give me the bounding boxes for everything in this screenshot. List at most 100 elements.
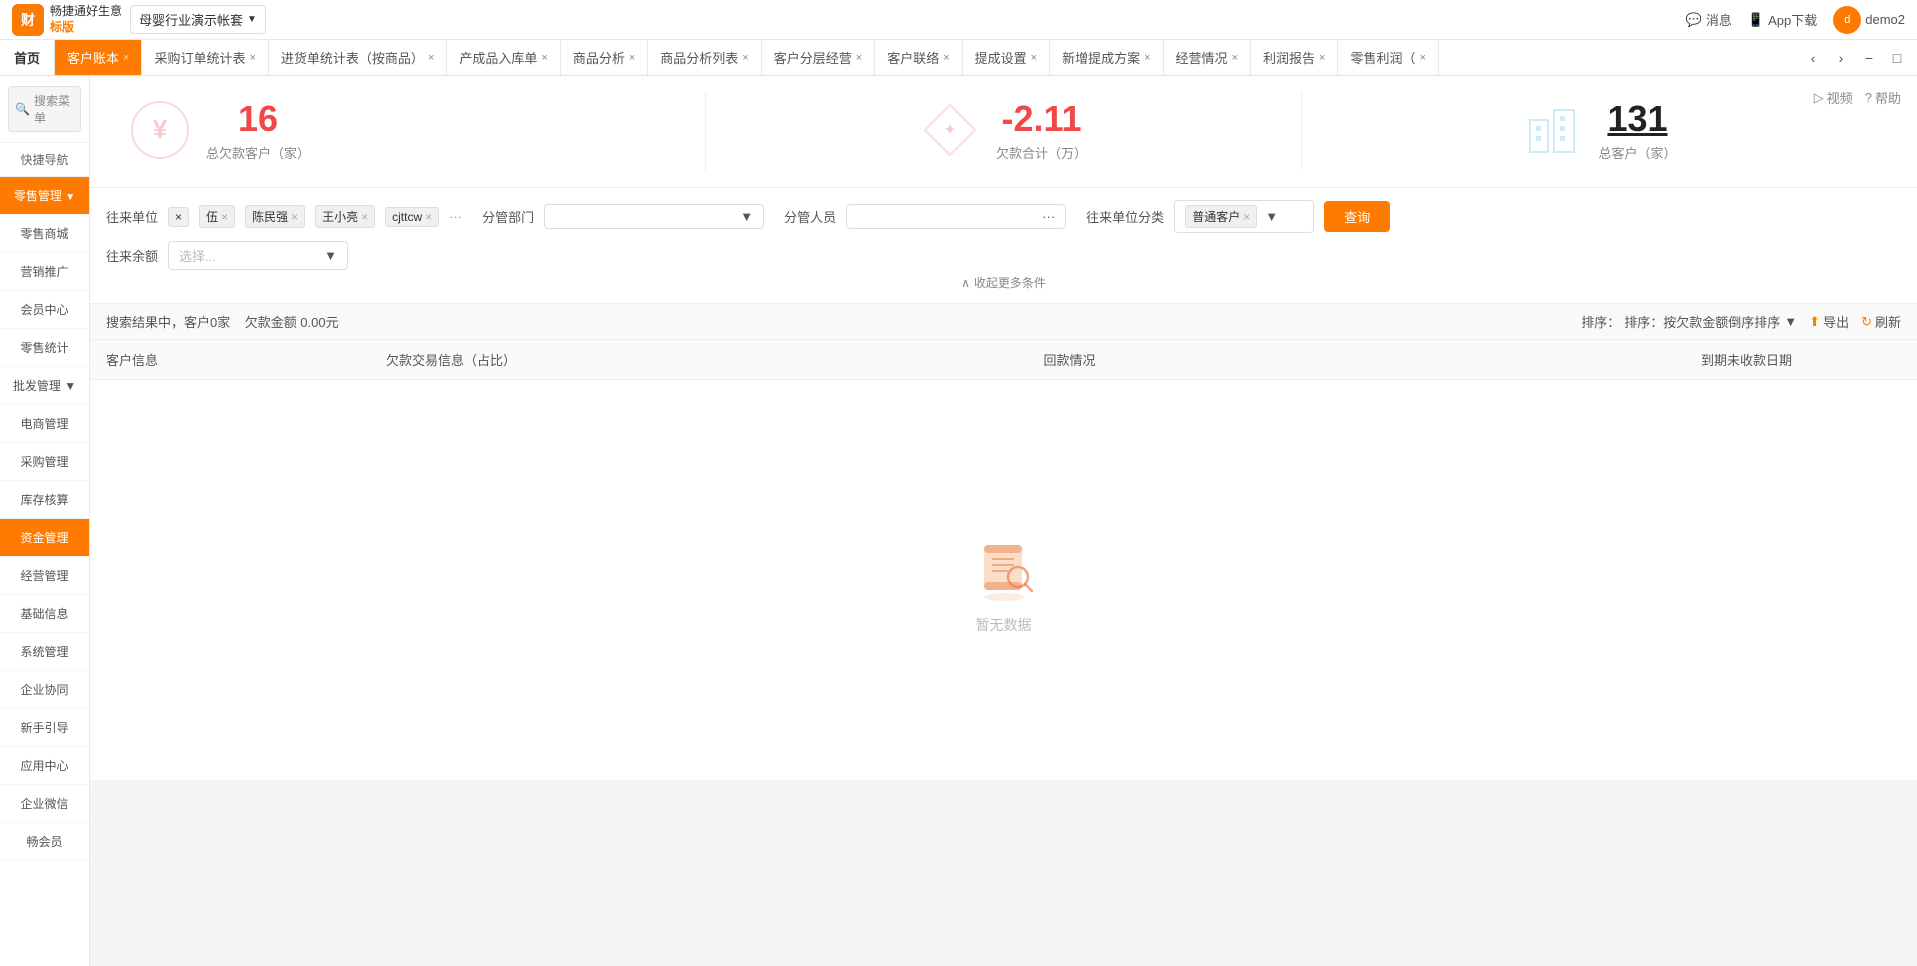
sidebar-item-inventory[interactable]: 库存核算 [0,481,89,519]
sidebar-item-marketing[interactable]: 营销推广 [0,253,89,291]
filter-row-2: 往来余额 选择... ▼ [106,241,1901,270]
sidebar-item-new-guide[interactable]: 新手引导 [0,709,89,747]
sidebar-item-ecommerce[interactable]: 电商管理 [0,405,89,443]
unit-filter-wang-tag[interactable]: 王小亮 × [315,205,375,228]
close-icon[interactable]: × [943,52,949,64]
close-icon[interactable]: × [742,52,748,64]
data-table: 客户信息 欠款交易信息（占比） 回款情况 到期未收款日期 [90,340,1917,780]
building-icon [1522,100,1582,160]
filter-row-1: 往来单位 × 伍 × 陈民强 × 王小亮 × cjttcw [106,200,1901,233]
sidebar-item-vip-member[interactable]: 畅会员 [0,823,89,861]
tab-product-analysis[interactable]: 商品分析 × [561,40,648,76]
tab-new-promotion[interactable]: 新增提成方案 × [1050,40,1163,76]
refresh-btn[interactable]: ↻ 刷新 [1861,312,1901,331]
close-icon[interactable]: × [541,52,547,64]
remove-icon[interactable]: × [425,210,432,224]
sidebar-item-enterprise-collab[interactable]: 企业协同 [0,671,89,709]
filter-area: 往来单位 × 伍 × 陈民强 × 王小亮 × cjttcw [90,188,1917,304]
results-summary: 搜索结果中，客户0家 欠款金额 0.00元 [106,312,339,331]
topbar: 财 畅捷通好生意 标版 母婴行业演示帐套 ▼ 💬 消息 📱 App下载 d de… [0,0,1917,40]
tab-profit-report[interactable]: 利润报告 × [1251,40,1338,76]
sidebar-item-retail-mgmt[interactable]: 零售管理 ▼ [0,177,89,215]
results-bar: 搜索结果中，客户0家 欠款金额 0.00元 排序： 排序：按欠款金额倒序排序 ▼… [90,304,1917,340]
logo-text: 畅捷通好生意 标版 [50,4,122,35]
total-customers-label: 总客户（家） [1598,143,1676,162]
unit-filter-wu-tag[interactable]: 伍 × [199,205,235,228]
sidebar-item-capital[interactable]: 资金管理 [0,519,89,557]
export-icon: ⬆ [1809,314,1820,330]
close-icon[interactable]: × [1419,52,1425,64]
remove-icon[interactable]: × [361,210,368,224]
remove-icon[interactable]: × [1243,210,1250,224]
nav-right-btn[interactable]: › [1829,46,1853,70]
sidebar-item-retail-stats[interactable]: 零售统计 [0,329,89,367]
debt-diamond-icon: ✦ [920,100,980,160]
nav-minimize-btn[interactable]: − [1857,46,1881,70]
sidebar-item-app-center[interactable]: 应用中心 [0,747,89,785]
close-icon[interactable]: × [249,52,255,64]
close-icon[interactable]: × [1232,52,1238,64]
app-download-btn[interactable]: 📱 App下载 [1748,10,1817,29]
sidebar-item-member-center[interactable]: 会员中心 [0,291,89,329]
svg-text:✦: ✦ [943,122,956,139]
close-icon[interactable]: × [629,52,635,64]
debt-total-label: 欠款合计（万） [996,143,1087,162]
remove-icon[interactable]: × [291,210,298,224]
user-profile[interactable]: d demo2 [1833,6,1905,34]
unit-category-label: 往来单位分类 [1086,207,1164,226]
sidebar-item-wholesale-mgmt[interactable]: 批发管理 ▼ [0,367,89,405]
nav-maximize-btn[interactable]: □ [1885,46,1909,70]
sidebar-item-operations[interactable]: 经营管理 [0,557,89,595]
message-btn[interactable]: 💬 消息 [1686,10,1732,29]
stat-total-debt-customers: ¥ 16 总欠款客户（家） [110,92,706,171]
unit-category-select[interactable]: 普通客户 × ▼ [1174,200,1314,233]
collapse-more-btn[interactable]: ∧ 收起更多条件 [961,274,1046,291]
tab-home[interactable]: 首页 [0,40,55,76]
close-icon[interactable]: × [1031,52,1037,64]
sidebar-search-btn[interactable]: 🔍 搜索菜单 [8,86,81,132]
export-btn[interactable]: ⬆ 导出 [1809,312,1849,331]
yen-circle-icon: ¥ [130,100,190,160]
chevron-down-icon: ▼ [1265,209,1278,224]
main-content: ▷ 视频 ? 帮助 ¥ [90,76,1917,966]
person-filter-select[interactable]: ··· [846,204,1066,229]
stats-bar: ▷ 视频 ? 帮助 ¥ [90,76,1917,188]
store-selector[interactable]: 母婴行业演示帐套 ▼ [130,5,266,34]
unit-filter-cjttcw-tag[interactable]: cjttcw × [385,207,439,227]
close-icon[interactable]: × [123,52,129,64]
filter-more-btn[interactable]: ··· [449,209,462,224]
tab-purchase-order-stat[interactable]: 采购订单统计表 × [142,40,268,76]
close-icon[interactable]: × [428,52,434,64]
unit-filter-x-tag[interactable]: × [168,207,189,227]
tab-product-inbound[interactable]: 产成品入库单 × [447,40,560,76]
sidebar-quick-nav[interactable]: 快捷导航 [0,143,89,177]
logo-icon: 财 [12,4,44,36]
tab-promotion-settings[interactable]: 提成设置 × [963,40,1050,76]
close-icon[interactable]: × [856,52,862,64]
tab-customer-tier[interactable]: 客户分层经营 × [762,40,875,76]
debt-total-value: -2.11 [996,101,1087,137]
tab-product-analysis-list[interactable]: 商品分析列表 × [648,40,761,76]
sort-select[interactable]: 排序： 排序：按欠款金额倒序排序 ▼ [1581,312,1797,331]
nav-left-btn[interactable]: ‹ [1801,46,1825,70]
sidebar-item-purchase[interactable]: 采购管理 [0,443,89,481]
query-btn[interactable]: 查询 [1324,201,1390,232]
category-tag[interactable]: 普通客户 × [1185,205,1257,228]
sidebar-item-basic-info[interactable]: 基础信息 [0,595,89,633]
balance-filter-select[interactable]: 选择... ▼ [168,241,348,270]
empty-state-icon [964,525,1044,605]
tab-customer-contact[interactable]: 客户联络 × [875,40,962,76]
remove-icon[interactable]: × [221,210,228,224]
sidebar-item-enterprise-wechat[interactable]: 企业微信 [0,785,89,823]
tab-inbound-stat[interactable]: 进货单统计表（按商品） × [269,40,447,76]
tab-business-status[interactable]: 经营情况 × [1164,40,1251,76]
col-repayment: 回款情况 [1044,350,1702,369]
sidebar-item-system[interactable]: 系统管理 [0,633,89,671]
close-icon[interactable]: × [1319,52,1325,64]
tab-customer-book[interactable]: 客户账本 × [55,40,142,76]
close-icon[interactable]: × [1144,52,1150,64]
sidebar-item-retail-mall[interactable]: 零售商城 [0,215,89,253]
unit-filter-chen-tag[interactable]: 陈民强 × [245,205,305,228]
dept-filter-select[interactable]: ▼ [544,204,764,229]
tab-retail-profit[interactable]: 零售利润（ × [1338,40,1438,76]
